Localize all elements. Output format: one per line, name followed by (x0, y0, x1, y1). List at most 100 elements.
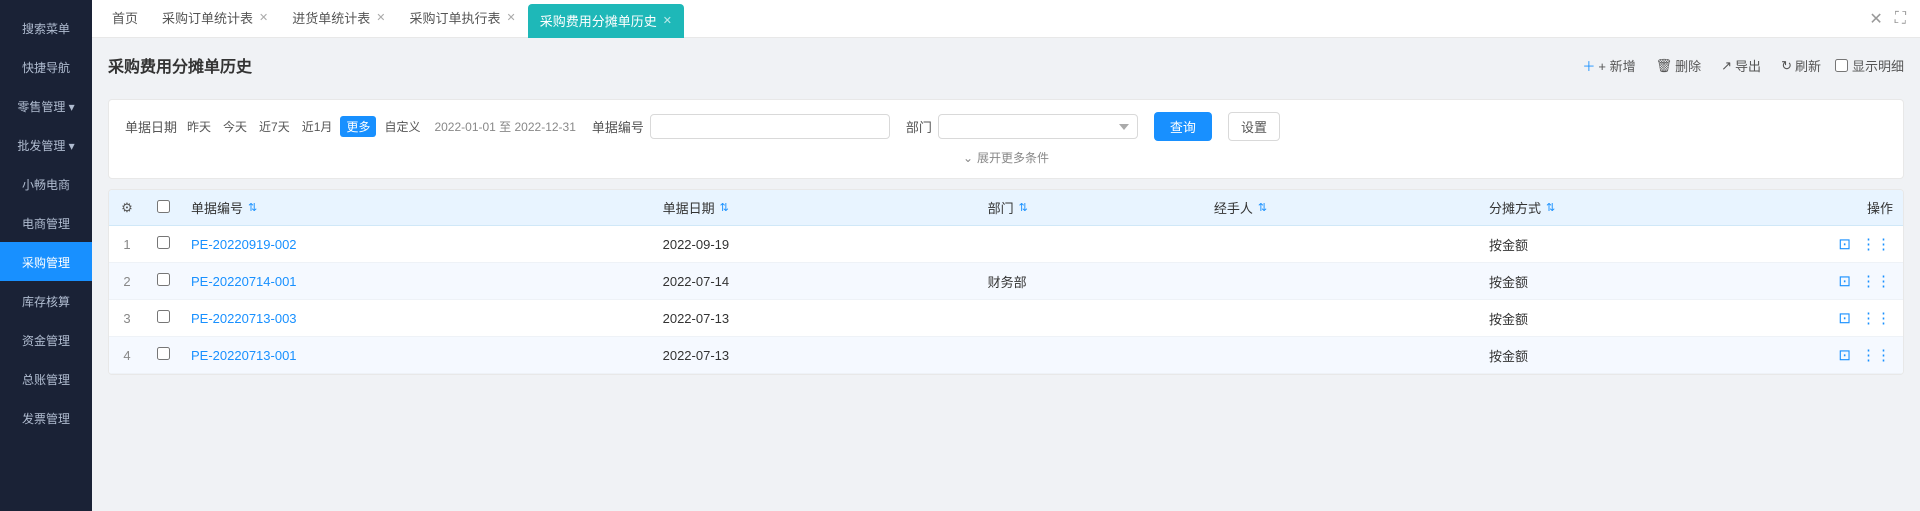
date-btn-custom[interactable]: 自定义 (380, 116, 424, 137)
tab-home[interactable]: 首页 (100, 0, 150, 38)
tab-close-all-button[interactable]: ✕ (1863, 9, 1888, 29)
sort-docnum-icon[interactable]: ⇅ (248, 201, 257, 214)
sidebar-item-ecom-small[interactable]: 小畅电商 (0, 164, 92, 203)
row-docnum-1: PE-20220919-002 (181, 226, 653, 263)
sidebar-item-inventory[interactable]: 库存核算 (0, 281, 92, 320)
row-docnum-link-2[interactable]: PE-20220714-001 (191, 274, 297, 289)
row-dept-3 (978, 300, 1204, 337)
tab-purchase-order-stats[interactable]: 采购订单统计表 ✕ (150, 0, 280, 38)
row-more-icon-2[interactable]: ⋮⋮ (1859, 270, 1893, 292)
page-title: 采购费用分摊单历史 (108, 53, 252, 77)
row-select-3[interactable] (157, 310, 170, 323)
row-alloc-2: 按金额 (1479, 263, 1803, 300)
tab-fullscreen-button[interactable]: ⛶ (1889, 10, 1912, 28)
date-btn-more[interactable]: 更多 (340, 116, 376, 137)
filter-settings-button[interactable]: 设置 (1228, 112, 1280, 141)
row-more-icon-1[interactable]: ⋮⋮ (1859, 233, 1893, 255)
tab-purchase-alloc-history[interactable]: 采购费用分摊单历史 ✕ (528, 4, 684, 38)
select-all-checkbox[interactable] (157, 200, 170, 213)
data-table: ⚙ 单据编号 ⇅ 单据日期 (109, 190, 1903, 374)
sidebar-item-ecom[interactable]: 电商管理 (0, 203, 92, 242)
tab-close-purchase-order-stats[interactable]: ✕ (259, 11, 268, 24)
sidebar-item-purchase[interactable]: 采购管理 (0, 242, 92, 281)
row-handler-4 (1204, 337, 1479, 374)
export-button[interactable]: ↗ 导出 (1715, 52, 1767, 79)
filter-expand-button[interactable]: ⌄ 展开更多条件 (963, 149, 1049, 166)
th-actions: 操作 (1803, 190, 1903, 226)
row-checkbox-2 (145, 263, 181, 300)
tab-close-purchase-exec[interactable]: ✕ (507, 11, 516, 24)
tab-close-inbound-stats[interactable]: ✕ (376, 11, 385, 24)
row-alloc-3: 按金额 (1479, 300, 1803, 337)
date-btn-yesterday[interactable]: 昨天 (183, 116, 215, 137)
th-dept: 部门 ⇅ (978, 190, 1204, 226)
sidebar-item-finance[interactable]: 资金管理 (0, 320, 92, 359)
row-select-4[interactable] (157, 347, 170, 360)
row-docnum-4: PE-20220713-001 (181, 337, 653, 374)
row-num-3: 3 (109, 300, 145, 337)
row-checkbox-1 (145, 226, 181, 263)
sidebar-item-wholesale[interactable]: 批发管理 ▾ (0, 125, 92, 164)
filter-docnum-label: 单据编号 (592, 117, 644, 136)
refresh-icon: ↻ (1781, 58, 1792, 74)
row-docnum-link-4[interactable]: PE-20220713-001 (191, 348, 297, 363)
sidebar-item-search[interactable]: 搜索菜单 (0, 8, 92, 47)
row-num-2: 2 (109, 263, 145, 300)
tab-purchase-exec[interactable]: 采购订单执行表 ✕ (397, 0, 527, 38)
th-alloc-method: 分摊方式 ⇅ (1479, 190, 1803, 226)
filter-search-button[interactable]: 查询 (1154, 112, 1212, 141)
toolbar: ＋ + 新增 🗑 删除 ↗ 导出 ↻ 刷新 显示明细 (1576, 52, 1904, 79)
row-date-1: 2022-09-19 (653, 226, 978, 263)
row-docnum-link-3[interactable]: PE-20220713-003 (191, 311, 297, 326)
row-date-2: 2022-07-14 (653, 263, 978, 300)
table-row: 3 PE-20220713-003 2022-07-13 按金额 ⊡ ⋮⋮ (109, 300, 1903, 337)
row-more-icon-4[interactable]: ⋮⋮ (1859, 344, 1893, 366)
filter-dept-label: 部门 (906, 117, 932, 136)
filter-date-range: 2022-01-01 至 2022-12-31 (434, 118, 575, 135)
settings-icon[interactable]: ⚙ (121, 200, 133, 215)
tab-inbound-stats[interactable]: 进货单统计表 ✕ (280, 0, 397, 38)
filter-docnum-item: 单据编号 (592, 114, 890, 139)
row-num-1: 1 (109, 226, 145, 263)
refresh-button[interactable]: ↻ 刷新 (1775, 52, 1827, 79)
row-select-2[interactable] (157, 273, 170, 286)
sort-handler-icon[interactable]: ⇅ (1258, 201, 1267, 214)
delete-button[interactable]: 🗑 删除 (1650, 52, 1708, 79)
table-row: 2 PE-20220714-001 2022-07-14 财务部 按金额 ⊡ ⋮… (109, 263, 1903, 300)
row-actions-4: ⊡ ⋮⋮ (1803, 337, 1903, 374)
row-view-icon-1[interactable]: ⊡ (1836, 233, 1853, 255)
row-view-icon-4[interactable]: ⊡ (1836, 344, 1853, 366)
data-table-wrapper: ⚙ 单据编号 ⇅ 单据日期 (108, 189, 1904, 375)
row-select-1[interactable] (157, 236, 170, 249)
add-button[interactable]: ＋ + 新增 (1576, 52, 1641, 79)
sidebar-item-ledger[interactable]: 总账管理 (0, 359, 92, 398)
row-view-icon-3[interactable]: ⊡ (1836, 307, 1853, 329)
filter-expand-row: ⌄ 展开更多条件 (125, 149, 1887, 166)
filter-docnum-input[interactable] (650, 114, 890, 139)
sort-alloc-icon[interactable]: ⇅ (1546, 201, 1555, 214)
row-actions-1: ⊡ ⋮⋮ (1803, 226, 1903, 263)
date-btn-7days[interactable]: 近7天 (255, 116, 294, 137)
sort-dept-icon[interactable]: ⇅ (1019, 201, 1028, 214)
show-columns-toggle[interactable]: 显示明细 (1835, 56, 1904, 75)
sidebar-item-invoice[interactable]: 发票管理 (0, 398, 92, 437)
row-view-icon-2[interactable]: ⊡ (1836, 270, 1853, 292)
row-alloc-4: 按金额 (1479, 337, 1803, 374)
sidebar-item-quicknav[interactable]: 快捷导航 (0, 47, 92, 86)
date-btn-today[interactable]: 今天 (219, 116, 251, 137)
row-docnum-2: PE-20220714-001 (181, 263, 653, 300)
tab-close-purchase-alloc-history[interactable]: ✕ (663, 14, 672, 27)
tab-bar: 首页 采购订单统计表 ✕ 进货单统计表 ✕ 采购订单执行表 ✕ 采购费用分摊单历… (92, 0, 1920, 38)
row-docnum-link-1[interactable]: PE-20220919-002 (191, 237, 297, 252)
sidebar-item-retail[interactable]: 零售管理 ▾ (0, 86, 92, 125)
filter-dept-select[interactable]: 财务部 (938, 114, 1138, 139)
date-btn-1month[interactable]: 近1月 (298, 116, 337, 137)
row-checkbox-3 (145, 300, 181, 337)
row-dept-4 (978, 337, 1204, 374)
plus-icon: ＋ (1582, 56, 1595, 75)
row-more-icon-3[interactable]: ⋮⋮ (1859, 307, 1893, 329)
th-date: 单据日期 ⇅ (653, 190, 978, 226)
delete-icon: 🗑 (1656, 58, 1673, 74)
show-columns-checkbox-input[interactable] (1835, 59, 1848, 72)
sort-date-icon[interactable]: ⇅ (720, 201, 729, 214)
